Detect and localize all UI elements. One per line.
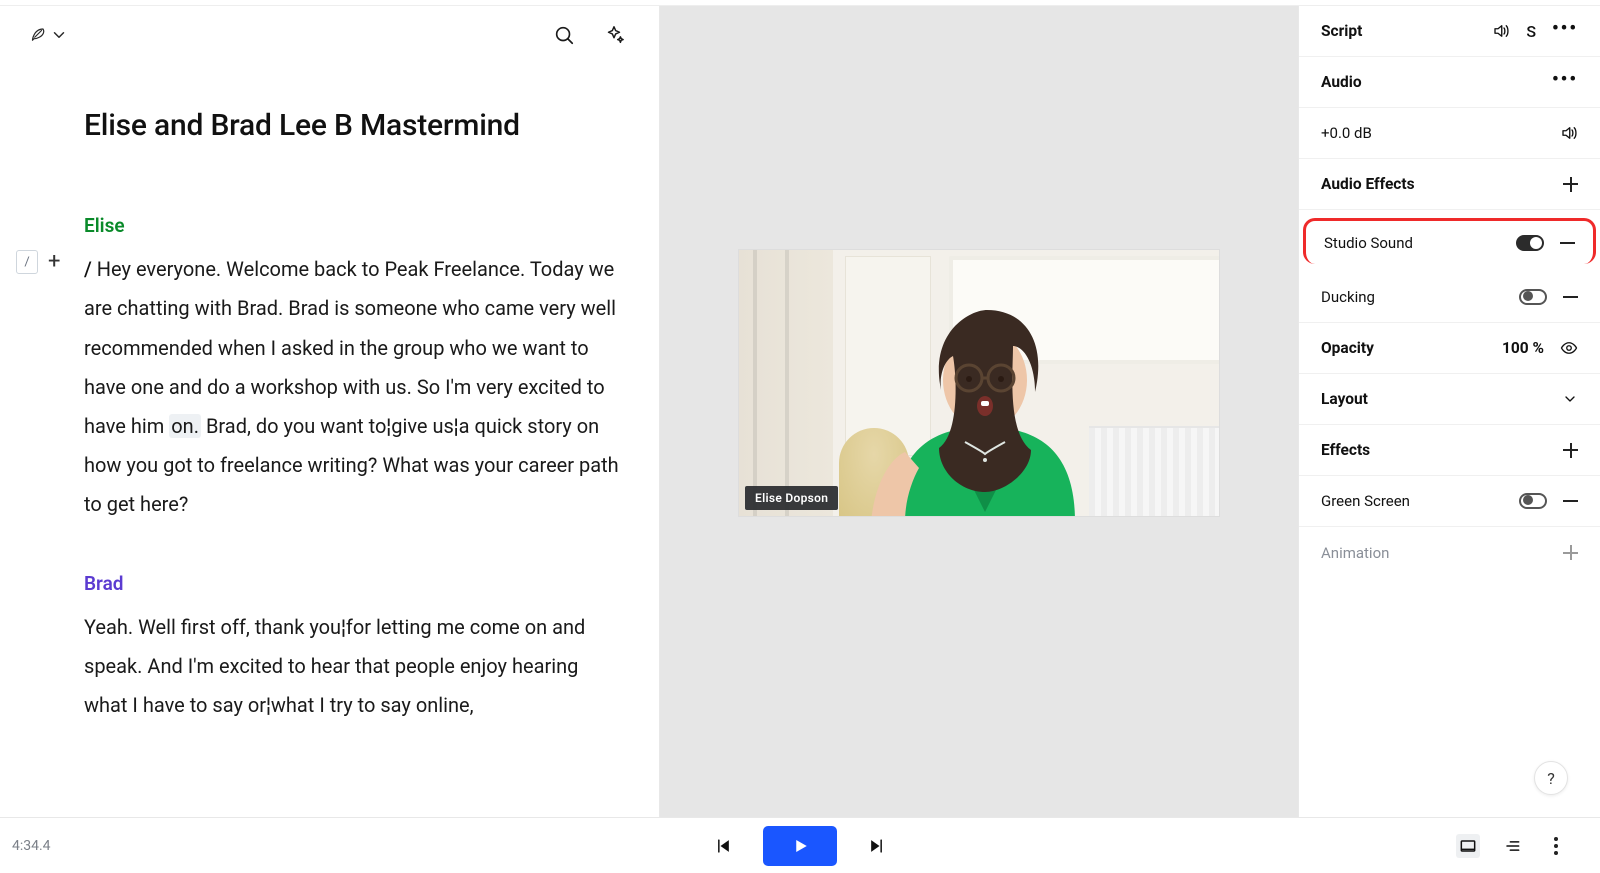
section-script[interactable]: Script S ••• [1299,6,1600,57]
opacity-value[interactable]: 100 % [1502,339,1544,357]
section-audio[interactable]: Audio ••• [1299,57,1600,108]
chevron-down-icon [50,26,68,44]
layout-view-toggle[interactable] [1456,834,1480,858]
properties-panel: Script S ••• Audio ••• +0.0 dB Audio Eff… [1298,6,1600,817]
volume-icon[interactable] [1492,22,1510,40]
row-layout[interactable]: Layout [1299,374,1600,425]
script-panel: Elise and Brad Lee B Mastermind Elise / … [0,6,660,817]
collapse-icon[interactable] [1563,296,1578,298]
list-view-toggle[interactable] [1500,834,1524,858]
row-audio-gain[interactable]: +0.0 dB [1299,108,1600,159]
eye-icon[interactable] [1560,339,1578,357]
prev-button[interactable] [705,828,741,864]
ai-sparkle-button[interactable] [603,24,625,46]
transcript-highlight: on. [169,414,201,438]
video-thumbnail-image [739,250,1219,516]
section-effects[interactable]: Effects [1299,425,1600,476]
more-menu[interactable] [1544,834,1568,858]
search-button[interactable] [553,24,575,46]
row-studio-sound[interactable]: Studio Sound [1303,218,1596,264]
playback-bar: 4:34.4 [0,817,1600,873]
speaker-label-brad: Brad [84,565,619,602]
video-preview[interactable]: Elise Dopson [739,250,1219,516]
next-button[interactable] [859,828,895,864]
chevron-down-icon[interactable] [1562,391,1578,407]
preview-panel: Elise Dopson [660,6,1298,817]
help-button[interactable]: ? [1534,761,1568,795]
plus-icon[interactable] [1563,443,1578,458]
speaker-initial[interactable]: S [1526,22,1536,41]
plus-icon[interactable] [1563,177,1578,192]
studio-sound-toggle[interactable] [1516,235,1544,251]
row-ducking[interactable]: Ducking [1299,272,1600,323]
speaker-label-elise: Elise [84,207,619,244]
collapse-icon[interactable] [1563,500,1578,502]
ducking-toggle[interactable] [1519,289,1547,305]
caret-marker: / [84,257,97,281]
green-screen-toggle[interactable] [1519,493,1547,509]
video-name-tag: Elise Dopson [745,486,838,510]
volume-icon[interactable] [1560,124,1578,142]
section-audio-effects[interactable]: Audio Effects [1299,159,1600,210]
plus-icon[interactable] [1563,545,1578,560]
transcript-text: Hey everyone. Welcome back to Peak Freel… [84,257,616,438]
document-title[interactable]: Elise and Brad Lee B Mastermind [84,108,659,143]
transcript-paragraph[interactable]: Yeah. Well first off, thank you¦for lett… [84,608,619,726]
insert-plus-button[interactable]: + [48,251,60,273]
play-button[interactable] [763,826,837,866]
row-opacity[interactable]: Opacity 100 % [1299,323,1600,374]
transcript-paragraph[interactable]: / Hey everyone. Welcome back to Peak Fre… [84,250,619,524]
collapse-icon[interactable] [1560,242,1575,244]
insert-slash-button[interactable]: / [16,250,38,274]
script-tool-menu[interactable] [28,26,68,44]
transcript-text: Yeah. Well first off, thank you¦for lett… [84,615,585,717]
row-animation[interactable]: Animation [1299,527,1600,578]
row-green-screen[interactable]: Green Screen [1299,476,1600,527]
playback-time: 4:34.4 [12,838,51,854]
feather-icon [28,26,46,44]
